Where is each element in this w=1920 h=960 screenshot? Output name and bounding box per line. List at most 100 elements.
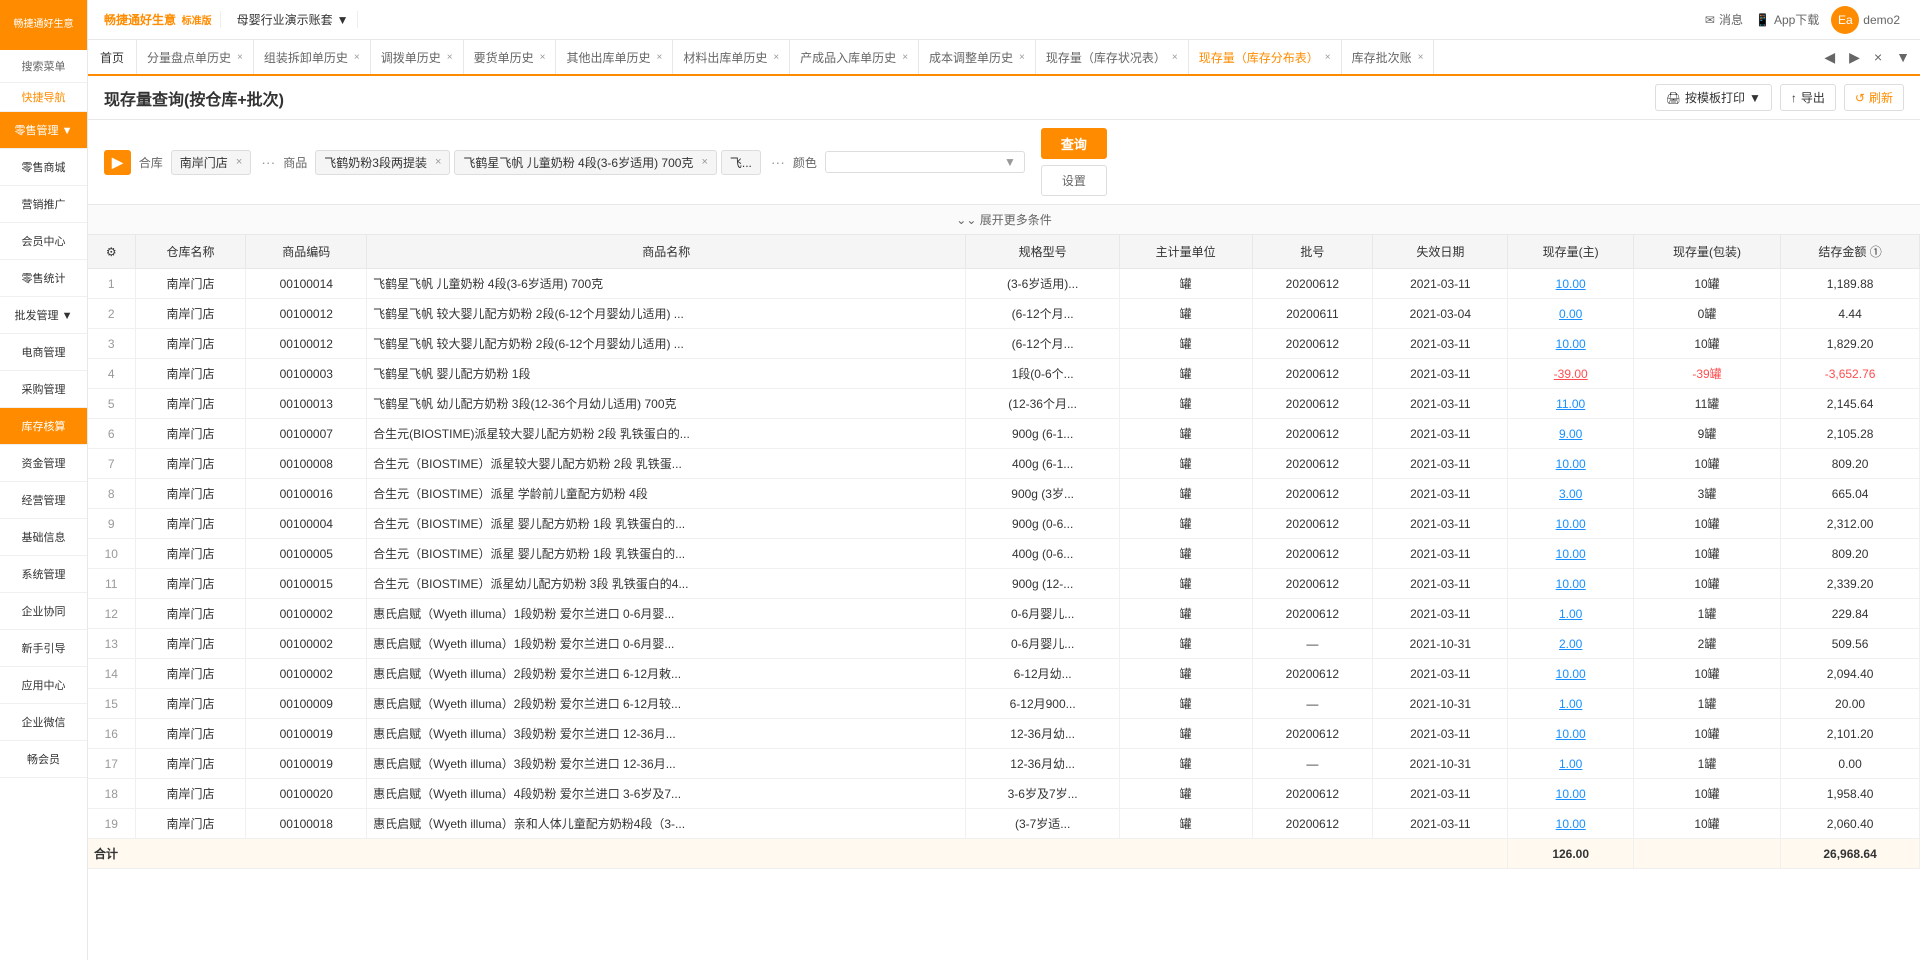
cell-spec: (3-6岁适用)... <box>966 269 1119 299</box>
tab-close-batch[interactable]: × <box>1418 52 1424 63</box>
sidebar-item-enterprise-collab[interactable]: 企业协同 <box>0 593 87 630</box>
th-settings[interactable]: ⚙ <box>88 235 135 269</box>
cell-qty-main[interactable]: -39.00 <box>1508 359 1633 389</box>
messages-button[interactable]: ✉ 消息 <box>1705 11 1743 28</box>
cell-qty-main[interactable]: 10.00 <box>1508 329 1633 359</box>
tab-menu-button[interactable]: ▼ <box>1890 47 1916 67</box>
tab-close-finished[interactable]: × <box>902 52 908 63</box>
cell-code: 00100015 <box>246 569 367 599</box>
sidebar-item-system-mgmt[interactable]: 系统管理 <box>0 556 87 593</box>
cell-code: 00100020 <box>246 779 367 809</box>
sidebar-item-retail-shop[interactable]: 零售商城 <box>0 149 87 186</box>
cell-qty-main[interactable]: 9.00 <box>1508 419 1633 449</box>
tab-close-split-inventory[interactable]: × <box>237 52 243 63</box>
sidebar-item-purchase-mgmt[interactable]: 采购管理 <box>0 371 87 408</box>
cell-unit: 罐 <box>1119 689 1252 719</box>
tab-inventory-status[interactable]: 现存量（库存状况表） × <box>1036 40 1189 75</box>
sidebar-item-retail-mgmt[interactable]: 零售管理 ▼ <box>0 112 87 149</box>
color-filter-input[interactable]: ▼ <box>825 151 1025 173</box>
tab-inventory-batch[interactable]: 库存批次账 × <box>1342 40 1435 75</box>
sidebar-quick-nav[interactable]: 快捷导航 <box>0 83 87 112</box>
app-download-button[interactable]: 📱 App下载 <box>1755 11 1819 28</box>
sidebar-item-member-center[interactable]: 会员中心 <box>0 223 87 260</box>
cell-qty-main[interactable]: 2.00 <box>1508 629 1633 659</box>
query-button[interactable]: 查询 <box>1041 128 1107 159</box>
cell-warehouse: 南岸门店 <box>135 329 246 359</box>
template-print-button[interactable]: 🖨 按模板打印 ▼ <box>1655 84 1772 111</box>
cell-qty-main[interactable]: 10.00 <box>1508 719 1633 749</box>
sidebar-item-new-guide[interactable]: 新手引导 <box>0 630 87 667</box>
cell-qty-pkg: 9罐 <box>1633 419 1780 449</box>
warehouse-more-icon[interactable]: ··· <box>261 154 275 170</box>
sidebar-search[interactable]: 搜索菜单 <box>0 50 87 83</box>
cell-expire: 2021-03-11 <box>1373 359 1508 389</box>
tab-request-history[interactable]: 要货单历史 × <box>464 40 557 75</box>
sidebar-item-business-mgmt[interactable]: 经营管理 <box>0 482 87 519</box>
sidebar-item-vip-member[interactable]: 畅会员 <box>0 741 87 778</box>
tab-close-request[interactable]: × <box>540 52 546 63</box>
tab-close-disassembly[interactable]: × <box>354 52 360 63</box>
tab-other-outbound[interactable]: 其他出库单历史 × <box>556 40 673 75</box>
tab-prev-button[interactable]: ◀ <box>1818 47 1841 68</box>
cell-qty-main[interactable]: 10.00 <box>1508 269 1633 299</box>
sidebar-item-retail-stats[interactable]: 零售统计 <box>0 260 87 297</box>
cell-expire: 2021-03-11 <box>1373 779 1508 809</box>
cell-qty-main[interactable]: 10.00 <box>1508 539 1633 569</box>
tab-close-other-outbound[interactable]: × <box>656 52 662 63</box>
filter-expand-button[interactable]: ▶ <box>104 150 131 175</box>
cell-code: 00100002 <box>246 599 367 629</box>
cell-spec: 400g (6-1... <box>966 449 1119 479</box>
sidebar-item-marketing[interactable]: 营销推广 <box>0 186 87 223</box>
user-avatar[interactable]: Ea demo2 <box>1831 6 1900 34</box>
cell-qty-main[interactable]: 10.00 <box>1508 569 1633 599</box>
tab-close-dist[interactable]: × <box>1325 52 1331 63</box>
tab-mix-history[interactable]: 调拨单历史 × <box>371 40 464 75</box>
product-more-icon[interactable]: ··· <box>771 154 785 170</box>
tab-material-outbound[interactable]: 材料出库单历史 × <box>673 40 790 75</box>
tab-close-all-button[interactable]: × <box>1868 47 1888 67</box>
cell-spec: 12-36月幼... <box>966 719 1119 749</box>
cell-qty-main[interactable]: 0.00 <box>1508 299 1633 329</box>
cell-qty-main[interactable]: 3.00 <box>1508 479 1633 509</box>
tab-inventory-dist[interactable]: 现存量（库存分布表） × <box>1189 40 1342 76</box>
sidebar-item-enterprise-wechat[interactable]: 企业微信 <box>0 704 87 741</box>
cell-qty-main[interactable]: 10.00 <box>1508 779 1633 809</box>
warehouse-tag-close[interactable]: × <box>236 156 242 168</box>
sidebar-item-app-center[interactable]: 应用中心 <box>0 667 87 704</box>
refresh-button[interactable]: ↺ 刷新 <box>1844 84 1904 111</box>
industry-selector[interactable]: 母婴行业演示账套 ▼ <box>229 11 358 28</box>
filter-settings-button[interactable]: 设置 <box>1041 165 1107 196</box>
cell-qty-main[interactable]: 10.00 <box>1508 659 1633 689</box>
product-tag-2-close[interactable]: × <box>701 156 707 168</box>
tab-home[interactable]: 首页 <box>88 40 137 75</box>
cell-qty-main[interactable]: 11.00 <box>1508 389 1633 419</box>
tab-next-button[interactable]: ▶ <box>1843 47 1866 68</box>
cell-code: 00100004 <box>246 509 367 539</box>
tab-split-inventory[interactable]: 分量盘点单历史 × <box>137 40 254 75</box>
cell-qty-main[interactable]: 1.00 <box>1508 749 1633 779</box>
tab-close-cost[interactable]: × <box>1019 52 1025 63</box>
product-tag-1-close[interactable]: × <box>435 156 441 168</box>
sidebar-item-basic-info[interactable]: 基础信息 <box>0 519 87 556</box>
sidebar-item-wholesale-mgmt[interactable]: 批发管理 ▼ <box>0 297 87 334</box>
cell-qty-main[interactable]: 10.00 <box>1508 809 1633 839</box>
cell-qty-main[interactable]: 10.00 <box>1508 509 1633 539</box>
sidebar-item-ecommerce-mgmt[interactable]: 电商管理 <box>0 334 87 371</box>
tab-close-material[interactable]: × <box>773 52 779 63</box>
expand-more-conditions[interactable]: ⌄⌄ 展开更多条件 <box>88 205 1920 235</box>
tab-close-mix[interactable]: × <box>447 52 453 63</box>
product-tag-2: 飞鹤星飞帆 儿童奶粉 4段(3-6岁适用) 700克 × <box>454 150 716 175</box>
sidebar-item-finance-mgmt[interactable]: 资金管理 <box>0 445 87 482</box>
table-row: 11南岸门店00100015合生元（BIOSTIME）派星幼儿配方奶粉 3段 乳… <box>88 569 1920 599</box>
tab-disassembly-history[interactable]: 组装拆卸单历史 × <box>254 40 371 75</box>
tab-close-status[interactable]: × <box>1172 52 1178 63</box>
cell-qty-main[interactable]: 1.00 <box>1508 689 1633 719</box>
cell-qty-main[interactable]: 10.00 <box>1508 449 1633 479</box>
export-button[interactable]: ↑ 导出 <box>1780 84 1836 111</box>
sidebar-item-inventory-check[interactable]: 库存核算 <box>0 408 87 445</box>
th-spec: 规格型号 <box>966 235 1119 269</box>
tab-finished-inbound[interactable]: 产成品入库单历史 × <box>790 40 919 75</box>
cell-no: 11 <box>88 569 135 599</box>
cell-qty-main[interactable]: 1.00 <box>1508 599 1633 629</box>
tab-cost-adjust[interactable]: 成本调整单历史 × <box>919 40 1036 75</box>
